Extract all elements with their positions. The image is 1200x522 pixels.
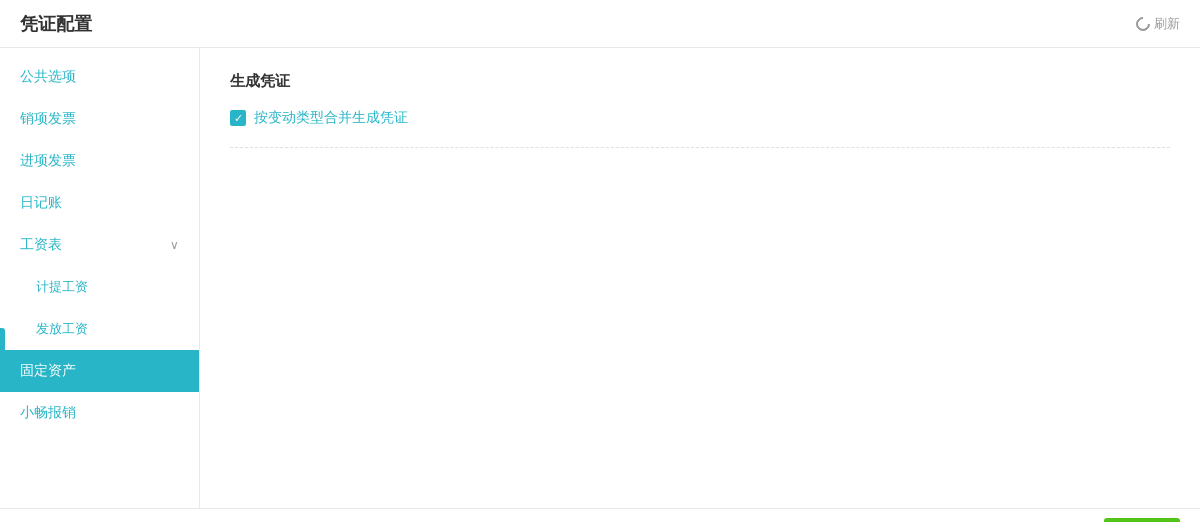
sidebar-item-pay-wages[interactable]: 发放工资: [0, 308, 199, 350]
sidebar: 公共选项 销项发票 进项发票 日记账 工资表 ∨ 计提工资 发放工资 固定资: [0, 48, 200, 508]
scroll-indicator: [0, 328, 5, 388]
sidebar-item-sales-invoice[interactable]: 销项发票: [0, 98, 199, 140]
refresh-label: 刷新: [1154, 15, 1180, 33]
content-area: 生成凭证 按变动类型合并生成凭证: [200, 48, 1200, 508]
checkbox-row: 按变动类型合并生成凭证: [230, 109, 1170, 127]
sidebar-item-accrual-wages[interactable]: 计提工资: [0, 266, 199, 308]
sidebar-item-purchase-invoice[interactable]: 进项发票: [0, 140, 199, 182]
section-title: 生成凭证: [230, 72, 1170, 91]
sidebar-item-label: 固定资产: [20, 362, 76, 380]
main-layout: 公共选项 销项发票 进项发票 日记账 工资表 ∨ 计提工资 发放工资 固定资: [0, 48, 1200, 508]
merge-checkbox[interactable]: [230, 110, 246, 126]
footer: 保存: [0, 508, 1200, 522]
sidebar-item-label: 日记账: [20, 194, 62, 212]
sidebar-item-fixed-assets[interactable]: 固定资产: [0, 350, 199, 392]
header: 凭证配置 刷新: [0, 0, 1200, 48]
refresh-button[interactable]: 刷新: [1136, 15, 1180, 33]
sidebar-item-label: 公共选项: [20, 68, 76, 86]
sidebar-item-label: 进项发票: [20, 152, 76, 170]
section-divider: [230, 147, 1170, 148]
sidebar-item-payroll-table[interactable]: 工资表 ∨: [0, 224, 199, 266]
chevron-down-icon: ∨: [170, 238, 179, 252]
page-wrapper: 凭证配置 刷新 公共选项 销项发票 进项发票 日记账 工资表: [0, 0, 1200, 522]
sidebar-item-label: 销项发票: [20, 110, 76, 128]
sidebar-item-journal[interactable]: 日记账: [0, 182, 199, 224]
sidebar-item-public-options[interactable]: 公共选项: [0, 56, 199, 98]
sidebar-item-label: 发放工资: [36, 320, 88, 338]
sidebar-item-label: 小畅报销: [20, 404, 76, 422]
page-title: 凭证配置: [20, 12, 92, 36]
refresh-icon: [1133, 14, 1153, 34]
sidebar-item-label: 工资表: [20, 236, 62, 254]
merge-checkbox-label[interactable]: 按变动类型合并生成凭证: [254, 109, 408, 127]
save-button[interactable]: 保存: [1104, 518, 1180, 523]
sidebar-item-small-expense[interactable]: 小畅报销: [0, 392, 199, 434]
sidebar-item-label: 计提工资: [36, 278, 88, 296]
